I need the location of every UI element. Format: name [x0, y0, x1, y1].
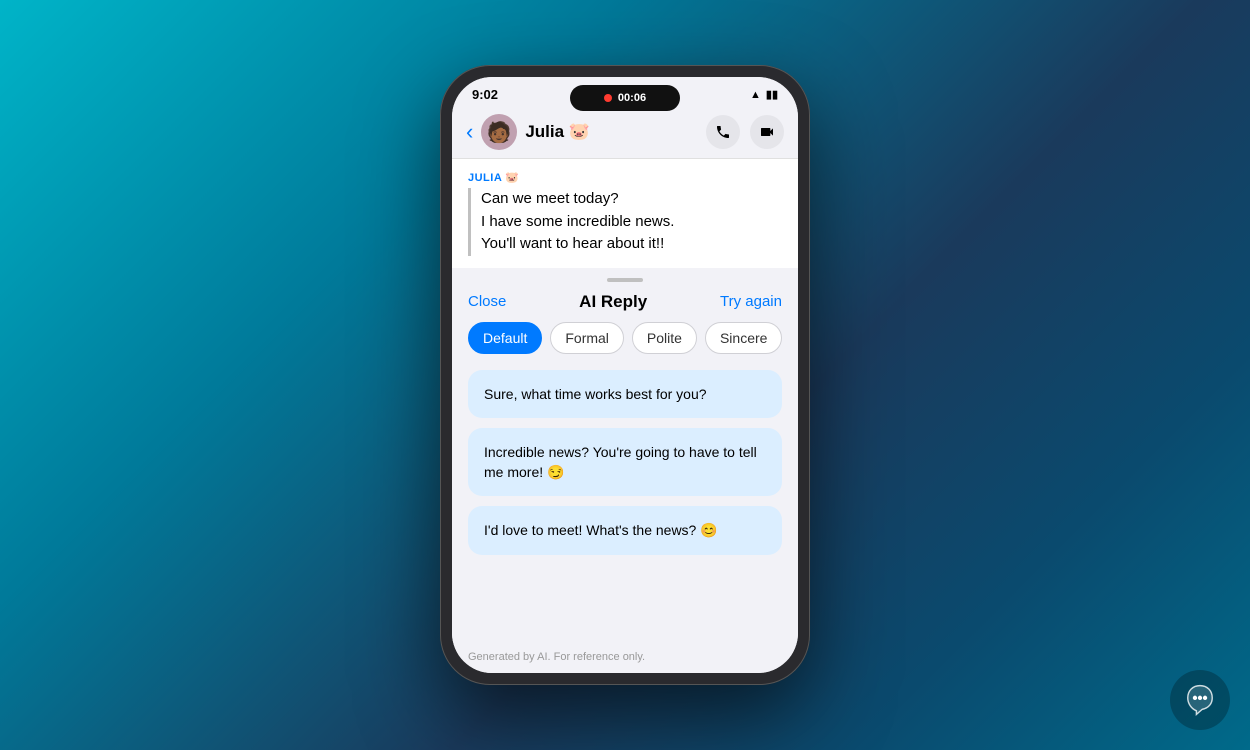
close-button[interactable]: Close: [468, 293, 506, 310]
status-icons: ▲ ▮▮: [750, 88, 778, 101]
chip-default[interactable]: Default: [468, 322, 542, 354]
contact-name: Julia 🐷: [525, 122, 706, 142]
ai-reply-panel: Close AI Reply Try again Default Formal …: [452, 268, 798, 674]
sender-label: JULIA 🐷: [468, 171, 782, 184]
reply-card-1[interactable]: Sure, what time works best for you?: [468, 370, 782, 418]
video-button[interactable]: [750, 115, 784, 149]
phone-button[interactable]: [706, 115, 740, 149]
phone-wrapper: 9:02 00:06 ▲ ▮▮ ‹ 🧑🏾 Julia 🐷: [440, 65, 810, 685]
panel-header: Close AI Reply Try again: [452, 288, 798, 322]
message-line-2: I have some incredible news.: [481, 213, 674, 230]
reply-card-3[interactable]: I'd love to meet! What's the news? 😊: [468, 506, 782, 554]
message-line-1: Can we meet today?: [481, 190, 619, 207]
message-bubble: Can we meet today? I have some incredibl…: [468, 188, 782, 256]
status-time: 9:02: [472, 87, 498, 102]
record-dot: [604, 94, 612, 102]
wifi-icon: ▲: [750, 89, 761, 101]
chat-messages: JULIA 🐷 Can we meet today? I have some i…: [452, 159, 798, 268]
chip-formal[interactable]: Formal: [550, 322, 624, 354]
panel-title: AI Reply: [579, 292, 647, 312]
header-actions: [706, 115, 784, 149]
reply-suggestions: Sure, what time works best for you? Incr…: [452, 366, 798, 646]
message-line-3: You'll want to hear about it!!: [481, 235, 664, 252]
chip-sincere[interactable]: Sincere: [705, 322, 782, 354]
tone-chips: Default Formal Polite Sincere: [452, 322, 798, 366]
chip-polite[interactable]: Polite: [632, 322, 697, 354]
ai-footer: Generated by AI. For reference only.: [452, 645, 798, 673]
try-again-button[interactable]: Try again: [720, 293, 782, 310]
record-timer: 00:06: [618, 92, 646, 104]
status-bar: 9:02 00:06 ▲ ▮▮: [452, 77, 798, 106]
phone-screen: 9:02 00:06 ▲ ▮▮ ‹ 🧑🏾 Julia 🐷: [452, 77, 798, 673]
message-text: Can we meet today? I have some incredibl…: [481, 188, 782, 256]
chat-header: ‹ 🧑🏾 Julia 🐷: [452, 106, 798, 159]
back-button[interactable]: ‹: [466, 119, 473, 145]
dynamic-island: 00:06: [570, 85, 680, 111]
avatar: 🧑🏾: [481, 114, 517, 150]
panel-handle: [607, 278, 643, 282]
reply-card-2[interactable]: Incredible news? You're going to have to…: [468, 428, 782, 497]
battery-icon: ▮▮: [766, 88, 778, 101]
logo-badge: [1170, 670, 1230, 730]
